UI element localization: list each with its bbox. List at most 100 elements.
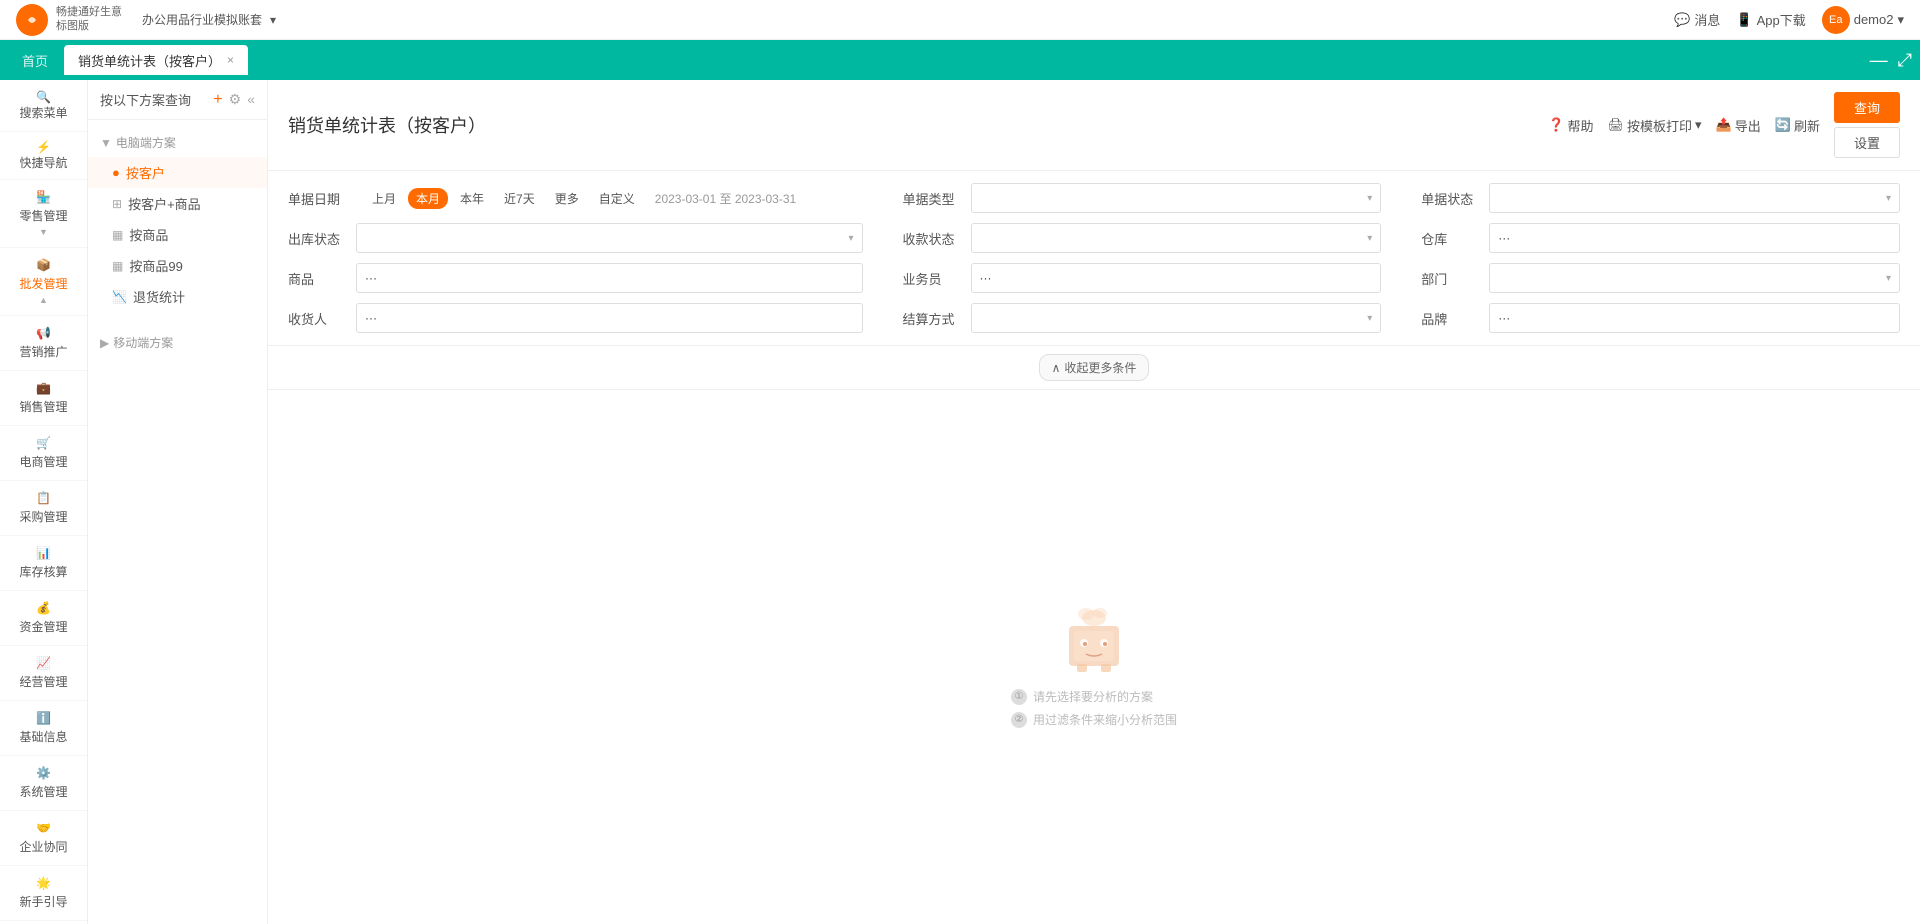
sidebar-item-retail[interactable]: 🏪 零售管理 ▼ <box>0 180 87 248</box>
add-scheme-btn[interactable]: + <box>213 91 222 109</box>
receiver-control[interactable]: ··· <box>356 303 863 333</box>
app-download-btn[interactable]: 📱 App下载 <box>1736 10 1805 29</box>
avatar: Ea <box>1822 6 1850 34</box>
settings-scheme-btn[interactable]: ⚙ <box>229 91 242 109</box>
system-icon: ⚙️ <box>36 766 51 780</box>
scheme-group-desktop[interactable]: ▼ 电脑端方案 <box>88 128 267 157</box>
sidebar-item-ecommerce[interactable]: 🛒 电商管理 <box>0 426 87 481</box>
brand-control[interactable]: ··· <box>1489 303 1900 333</box>
query-button[interactable]: 查询 <box>1834 92 1900 123</box>
scheme-item-by-customer[interactable]: ● 按客户 <box>88 157 267 188</box>
payment-status-control[interactable]: ▾ <box>971 223 1382 253</box>
collapse-bar[interactable]: ∧ 收起更多条件 <box>268 346 1920 390</box>
help-icon: ❓ <box>1548 117 1564 133</box>
sidebar-item-system[interactable]: ⚙️ 系统管理 <box>0 756 87 811</box>
sidebar-item-newuser[interactable]: 🌟 新手引导 <box>0 866 87 921</box>
settlement-control[interactable]: ▾ <box>971 303 1382 333</box>
by-goods99-icon: ▦ <box>112 259 123 273</box>
page-header: 销货单统计表（按客户） ❓ 帮助 🖨 按模板打印 ▾ 📤 导出 <box>268 80 1920 171</box>
date-tab-last-month[interactable]: 上月 <box>364 188 404 209</box>
department-control[interactable]: ▾ <box>1489 263 1900 293</box>
help-btn[interactable]: ❓ 帮助 <box>1548 116 1593 135</box>
return-stats-icon: 📉 <box>112 290 127 304</box>
collapse-icon: ∧ <box>1052 361 1061 375</box>
date-tab-more[interactable]: 更多 <box>547 188 587 209</box>
basic-icon: ℹ️ <box>36 711 51 725</box>
filter-cell-date: 单据日期 上月 本月 本年 近7天 更多 自定义 2023-03-01 至 20… <box>288 188 863 209</box>
scheme-item-by-goods[interactable]: ▦ 按商品 <box>88 219 267 250</box>
app-title: 办公用品行业模拟账套 <box>142 11 262 28</box>
sidebar-item-basic[interactable]: ℹ️ 基础信息 <box>0 701 87 756</box>
sidebar-item-sales[interactable]: 💼 销售管理 <box>0 371 87 426</box>
collapse-panel-btn[interactable]: « <box>247 91 255 109</box>
sidebar-item-wholesale[interactable]: 📦 批发管理 ▲ <box>0 248 87 316</box>
collapse-button[interactable]: ∧ 收起更多条件 <box>1039 354 1150 381</box>
filter-cell-order-type: 单据类型 ▾ <box>903 183 1382 213</box>
enterprise-icon: 🤝 <box>36 821 51 835</box>
receiver-label: 收货人 <box>288 309 348 328</box>
filter-area: 单据日期 上月 本月 本年 近7天 更多 自定义 2023-03-01 至 20… <box>268 171 1920 346</box>
export-btn[interactable]: 📤 导出 <box>1716 116 1761 135</box>
wholesale-arrow: ▲ <box>39 295 48 305</box>
tab-maximize-icon[interactable]: ⤢ <box>1898 50 1912 71</box>
date-tab-custom[interactable]: 自定义 <box>591 188 643 209</box>
order-status-control[interactable]: ▾ <box>1489 183 1900 213</box>
refresh-btn[interactable]: 🔄 刷新 <box>1775 116 1820 135</box>
tab-close-icon[interactable]: × <box>227 53 234 67</box>
sidebar-item-marketing[interactable]: 📢 营销推广 <box>0 316 87 371</box>
app-dropdown[interactable]: ▾ <box>270 13 276 27</box>
mobile-expand-icon: ▶ <box>100 336 109 350</box>
logo-icon <box>16 4 48 36</box>
sidebar-item-finance[interactable]: 💰 资金管理 <box>0 591 87 646</box>
sidebar-item-inventory[interactable]: 📊 库存核算 <box>0 536 87 591</box>
scheme-item-return-stats[interactable]: 📉 退货统计 <box>88 281 267 312</box>
user-menu[interactable]: Ea demo2 ▾ <box>1822 6 1904 34</box>
out-status-control[interactable]: ▾ <box>356 223 863 253</box>
scheme-group-mobile[interactable]: ▶ 移动端方案 <box>88 328 267 357</box>
sidebar-item-operations[interactable]: 📈 经营管理 <box>0 646 87 701</box>
by-customer-goods-icon: ⊞ <box>112 197 122 211</box>
date-tab-this-year[interactable]: 本年 <box>452 188 492 209</box>
header-right: 💬 消息 📱 App下载 Ea demo2 ▾ <box>1674 6 1904 34</box>
salesperson-control[interactable]: ··· <box>971 263 1382 293</box>
date-tab-7days[interactable]: 近7天 <box>496 188 543 209</box>
goods-label: 商品 <box>288 269 348 288</box>
date-tab-this-month[interactable]: 本月 <box>408 188 448 209</box>
payment-status-arrow: ▾ <box>1367 233 1372 244</box>
filter-cell-out-status: 出库状态 ▾ <box>288 223 863 253</box>
tab-home[interactable]: 首页 <box>8 45 62 75</box>
tab-restore-icon[interactable]: — <box>1870 50 1888 71</box>
sidebar-item-enterprise[interactable]: 🤝 企业协同 <box>0 811 87 866</box>
warehouse-label: 仓库 <box>1421 229 1481 248</box>
order-type-control[interactable]: ▾ <box>971 183 1382 213</box>
out-status-label: 出库状态 <box>288 229 348 248</box>
message-btn[interactable]: 💬 消息 <box>1674 10 1720 29</box>
salesperson-label: 业务员 <box>903 269 963 288</box>
scheme-item-by-customer-goods[interactable]: ⊞ 按客户+商品 <box>88 188 267 219</box>
filter-cell-payment-status: 收款状态 ▾ <box>903 223 1382 253</box>
goods-control[interactable]: ··· <box>356 263 863 293</box>
tab-bar: 首页 销货单统计表（按客户） × — ⤢ <box>0 40 1920 80</box>
logo-area: 畅捷通好生意 标图版 办公用品行业模拟账套 ▾ <box>16 4 276 36</box>
retail-arrow: ▼ <box>39 227 48 237</box>
print-btn[interactable]: 🖨 按模板打印 ▾ <box>1608 116 1702 135</box>
left-panel-title: 按以下方案查询 <box>100 90 191 109</box>
message-icon: 💬 <box>1674 12 1690 28</box>
tab-sales-stats[interactable]: 销货单统计表（按客户） × <box>64 45 248 75</box>
sidebar-item-purchase[interactable]: 📋 采购管理 <box>0 481 87 536</box>
warehouse-control[interactable]: ··· <box>1489 223 1900 253</box>
empty-hint-2: ② 用过滤条件来缩小分析范围 <box>1011 711 1177 728</box>
page-actions: ❓ 帮助 🖨 按模板打印 ▾ 📤 导出 🔄 刷新 <box>1548 92 1900 158</box>
scheme-item-by-goods99[interactable]: ▦ 按商品99 <box>88 250 267 281</box>
scheme-section-mobile: ▶ 移动端方案 <box>88 320 267 365</box>
sidebar-search[interactable]: 🔍 搜索菜单 <box>0 80 87 132</box>
order-status-arrow: ▾ <box>1886 193 1891 204</box>
sales-icon: 💼 <box>36 381 51 395</box>
sidebar-quick-nav[interactable]: ⚡ 快捷导航 <box>0 132 87 180</box>
empty-hints: ① 请先选择要分析的方案 ② 用过滤条件来缩小分析范围 <box>1011 688 1177 728</box>
settings-button[interactable]: 设置 <box>1834 127 1900 158</box>
settlement-arrow: ▾ <box>1367 313 1372 324</box>
filter-cell-order-status: 单据状态 ▾ <box>1421 183 1900 213</box>
left-panel-header: 按以下方案查询 + ⚙ « <box>88 80 267 120</box>
filter-row-2: 出库状态 ▾ 收款状态 ▾ 仓库 <box>288 223 1900 253</box>
